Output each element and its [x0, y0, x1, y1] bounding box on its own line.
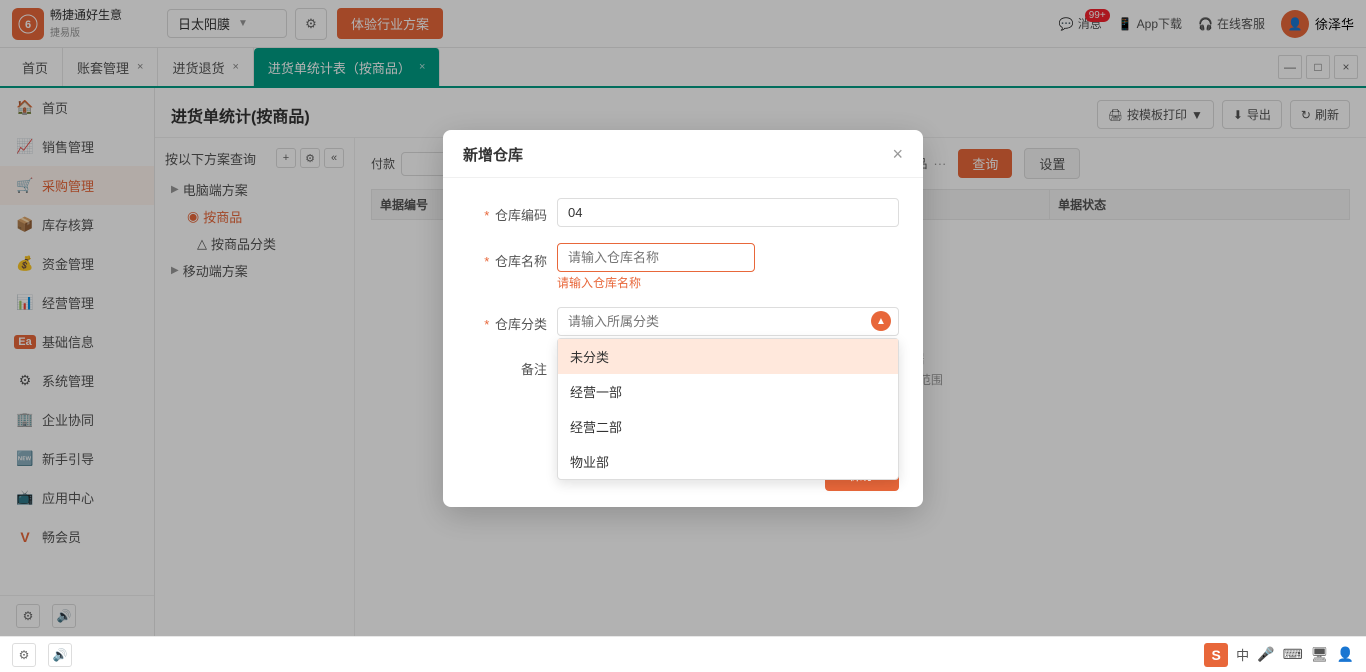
dialog-close-btn[interactable]: ×: [892, 145, 903, 163]
category-dropdown-list: 未分类 经营一部 经营二部 物业部: [557, 338, 899, 480]
code-label-text: 仓库编码: [495, 208, 547, 223]
bottom-bar: ⚙ 🔊 S 中 🎤 ⌨ 🖥 👤: [0, 636, 1366, 672]
dropdown-item-uncategorized[interactable]: 未分类: [558, 339, 898, 374]
dialog-new-warehouse: 新增仓库 × * 仓库编码 * 仓库名称: [443, 130, 923, 507]
dropdown-item-ops1[interactable]: 经营一部: [558, 374, 898, 409]
name-required: *: [484, 254, 489, 269]
name-label-text: 仓库名称: [495, 254, 547, 269]
category-label-text: 仓库分类: [495, 317, 547, 332]
keyboard-icon: ⌨: [1283, 646, 1303, 663]
name-label: * 仓库名称: [467, 244, 547, 270]
user2-icon: 👤: [1337, 646, 1354, 663]
bottom-right: S 中 🎤 ⌨ 🖥 👤: [1204, 643, 1354, 667]
bottom-audio-btn[interactable]: 🔊: [48, 643, 72, 667]
dropdown-item-ops2[interactable]: 经营二部: [558, 409, 898, 444]
code-input[interactable]: [557, 198, 899, 227]
form-row-name: * 仓库名称 请输入仓库名称: [467, 243, 899, 291]
name-input[interactable]: [557, 243, 755, 272]
form-row-category: * 仓库分类 ▲ 未分类 经营一部 经营二部 物业部: [467, 307, 899, 336]
dialog-body: * 仓库编码 * 仓库名称 请输入仓库名称: [443, 178, 923, 448]
s-logo: S: [1204, 643, 1228, 667]
mic-icon: 🎤: [1257, 646, 1274, 663]
category-dropdown-wrapper: ▲ 未分类 经营一部 经营二部 物业部: [557, 307, 899, 336]
dropdown-toggle-btn[interactable]: ▲: [871, 311, 891, 331]
note-label: 备注: [467, 352, 547, 378]
chinese-label: 中: [1236, 645, 1249, 664]
category-label: * 仓库分类: [467, 307, 547, 333]
note-label-text: 备注: [521, 362, 547, 377]
category-input[interactable]: [557, 307, 899, 336]
form-row-code: * 仓库编码: [467, 198, 899, 227]
modal-overlay[interactable]: 新增仓库 × * 仓库编码 * 仓库名称: [0, 0, 1366, 636]
display-icon: 🖥: [1311, 646, 1329, 663]
dialog-title: 新增仓库: [463, 144, 523, 165]
category-required: *: [484, 317, 489, 332]
name-error-msg: 请输入仓库名称: [557, 276, 641, 290]
code-label: * 仓库编码: [467, 198, 547, 224]
dropdown-item-property[interactable]: 物业部: [558, 444, 898, 479]
code-required: *: [484, 208, 489, 223]
bottom-settings-btn[interactable]: ⚙: [12, 643, 36, 667]
dialog-header: 新增仓库 ×: [443, 130, 923, 178]
